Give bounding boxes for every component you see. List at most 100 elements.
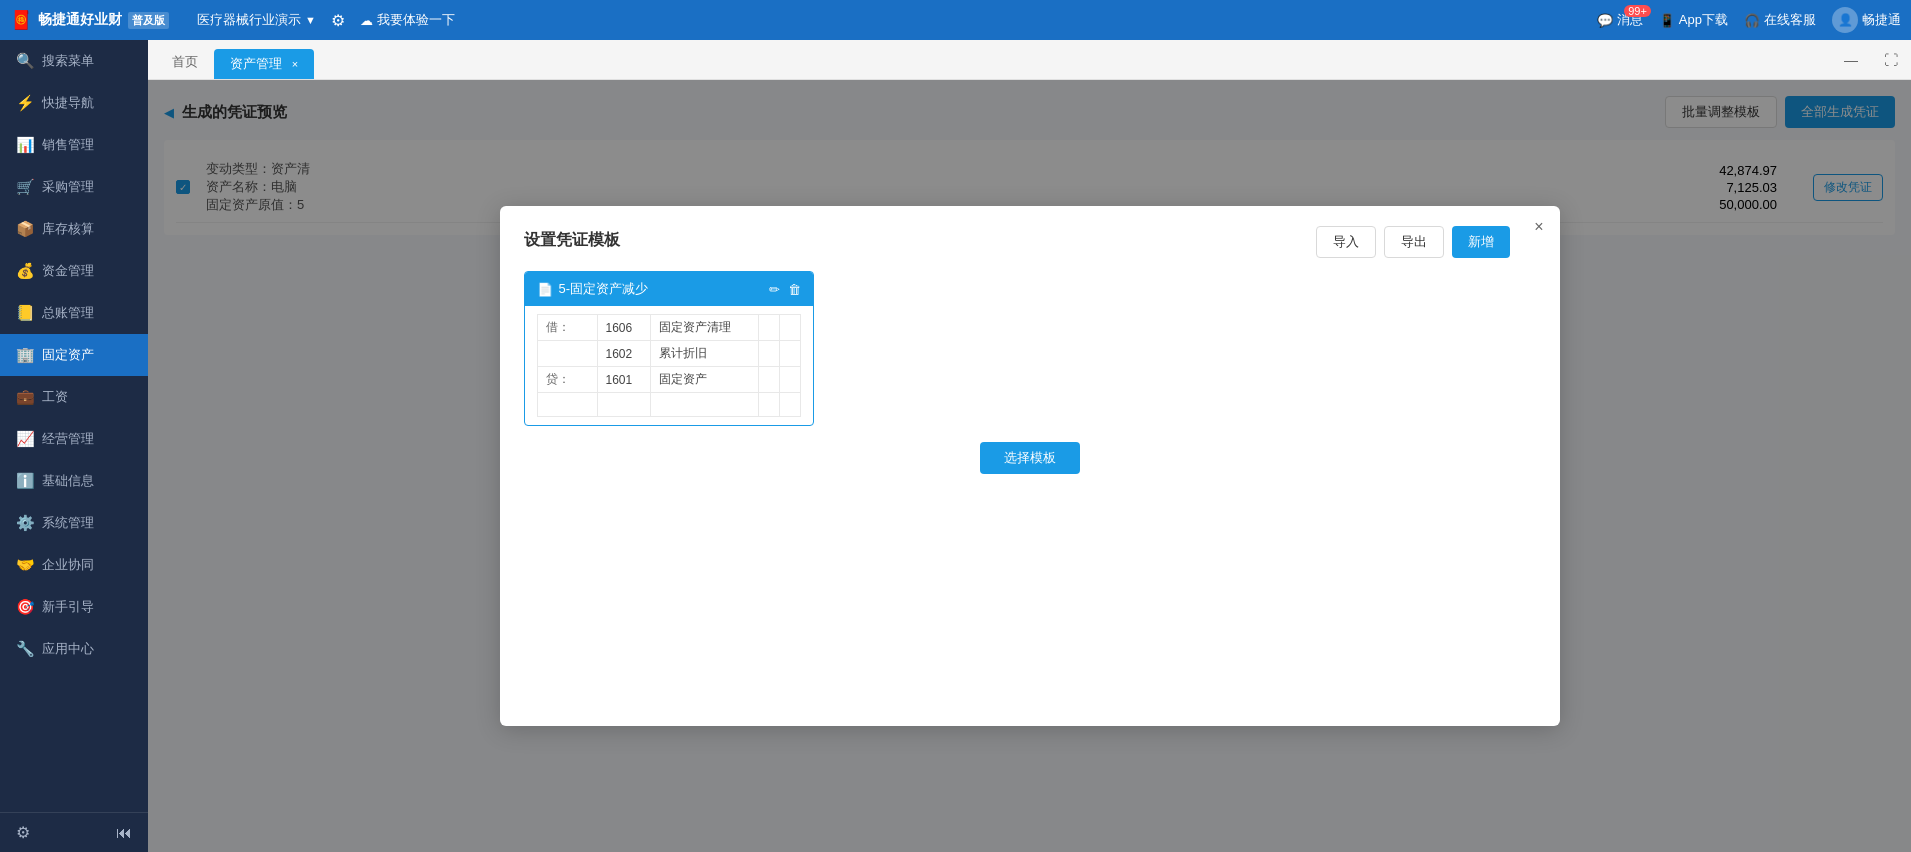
- entry-0-account: 固定资产清理: [650, 315, 758, 341]
- template-card-header: 📄 5-固定资产减少 ✏ 🗑: [525, 272, 813, 306]
- entry-0-direction: 借：: [537, 315, 597, 341]
- top-header: 🧧 畅捷通好业财 普及版 医疗器械行业演示 ▼ ⚙ ☁ 我要体验一下 💬 消息 …: [0, 0, 1911, 40]
- sidebar-item-guide[interactable]: 🎯 新手引导: [0, 586, 148, 628]
- experience-label: 我要体验一下: [377, 11, 455, 29]
- sidebar-collapse-btn[interactable]: ⏮: [116, 824, 132, 842]
- entry-2-code: 1601: [597, 367, 650, 393]
- sidebar-item-basic-info[interactable]: ℹ️ 基础信息: [0, 460, 148, 502]
- sales-icon: 📊: [16, 136, 34, 154]
- entry-0-debit: [759, 315, 780, 341]
- app-name: 畅捷通好业财: [38, 11, 122, 29]
- minimize-icon: —: [1844, 52, 1858, 68]
- entry-row-2: 贷： 1601 固定资产: [537, 367, 800, 393]
- entry-2-account: 固定资产: [650, 367, 758, 393]
- dialog-toolbar: 导入 导出 新增: [1316, 226, 1510, 258]
- maximize-button[interactable]: ⛶: [1871, 40, 1911, 80]
- search-icon: 🔍: [16, 52, 34, 70]
- entry-0-credit: [779, 315, 800, 341]
- sidebar-item-sales[interactable]: 📊 销售管理: [0, 124, 148, 166]
- new-btn[interactable]: 新增: [1452, 226, 1510, 258]
- app-version: 普及版: [128, 12, 169, 29]
- entry-row-1: 1602 累计折旧: [537, 341, 800, 367]
- maximize-icon: ⛶: [1884, 52, 1898, 68]
- sidebar-label-basic-info: 基础信息: [42, 472, 94, 490]
- message-action[interactable]: 💬 消息 99+: [1597, 11, 1643, 29]
- app-center-icon: 🔧: [16, 640, 34, 658]
- sidebar-item-finance[interactable]: 💰 资金管理: [0, 250, 148, 292]
- template-doc-icon: 📄: [537, 282, 553, 297]
- app-logo: 🧧 畅捷通好业财 普及版: [10, 9, 169, 31]
- sidebar-item-collab[interactable]: 🤝 企业协同: [0, 544, 148, 586]
- system-icon: ⚙️: [16, 514, 34, 532]
- sidebar-item-system[interactable]: ⚙️ 系统管理: [0, 502, 148, 544]
- template-header-left: 📄 5-固定资产减少: [537, 280, 649, 298]
- sidebar-settings-btn[interactable]: ⚙: [16, 823, 30, 842]
- ledger-icon: 📒: [16, 304, 34, 322]
- sidebar-label-fixed-assets: 固定资产: [42, 346, 94, 364]
- entry-1-code: 1602: [597, 341, 650, 367]
- sidebar-item-operations[interactable]: 📈 经营管理: [0, 418, 148, 460]
- sidebar-item-quicknav[interactable]: ⚡ 快捷导航: [0, 82, 148, 124]
- basic-info-icon: ℹ️: [16, 472, 34, 490]
- entry-row-empty: [537, 393, 800, 417]
- sidebar-label-operations: 经营管理: [42, 430, 94, 448]
- tab-asset-management[interactable]: 资产管理 ×: [214, 49, 314, 79]
- collab-icon: 🤝: [16, 556, 34, 574]
- inventory-icon: 📦: [16, 220, 34, 238]
- sidebar-label-sales: 销售管理: [42, 136, 94, 154]
- sidebar-label-collab: 企业协同: [42, 556, 94, 574]
- sidebar-item-app-center[interactable]: 🔧 应用中心: [0, 628, 148, 670]
- sidebar-item-purchase[interactable]: 🛒 采购管理: [0, 166, 148, 208]
- entry-2-debit: [759, 367, 780, 393]
- sidebar-item-fixed-assets[interactable]: 🏢 固定资产: [0, 334, 148, 376]
- page-content: ◀ 生成的凭证预览 批量调整模板 全部生成凭证 ✓ 变动类型：资产清 资产名称：…: [148, 80, 1911, 852]
- guide-icon: 🎯: [16, 598, 34, 616]
- minimize-button[interactable]: —: [1831, 40, 1871, 80]
- template-card-body: 借： 1606 固定资产清理 1602: [525, 306, 813, 425]
- sidebar-label-salary: 工资: [42, 388, 68, 406]
- select-template-btn[interactable]: 选择模板: [980, 442, 1080, 474]
- sidebar-label-search: 搜索菜单: [42, 52, 94, 70]
- company-settings-btn[interactable]: ⚙: [324, 6, 352, 34]
- tab-home[interactable]: 首页: [156, 47, 214, 79]
- message-badge: 99+: [1624, 5, 1651, 17]
- sidebar-item-inventory[interactable]: 📦 库存核算: [0, 208, 148, 250]
- message-icon: 💬: [1597, 13, 1613, 28]
- company-selector[interactable]: 医疗器械行业演示 ▼: [197, 11, 316, 29]
- edit-template-btn[interactable]: ✏: [769, 282, 780, 297]
- fixed-assets-icon: 🏢: [16, 346, 34, 364]
- sidebar-item-search[interactable]: 🔍 搜索菜单: [0, 40, 148, 82]
- template-name: 5-固定资产减少: [559, 280, 649, 298]
- sidebar-label-finance: 资金管理: [42, 262, 94, 280]
- import-btn[interactable]: 导入: [1316, 226, 1376, 258]
- dialog: × 设置凭证模板 导入 导出 新增 📄: [500, 206, 1560, 726]
- mobile-icon: 📱: [1659, 13, 1675, 28]
- online-service-action[interactable]: 🎧 在线客服: [1744, 11, 1816, 29]
- close-icon: ×: [1534, 218, 1543, 235]
- sidebar-label-inventory: 库存核算: [42, 220, 94, 238]
- app-download-label: App下载: [1679, 11, 1728, 29]
- entry-row-0: 借： 1606 固定资产清理: [537, 315, 800, 341]
- main-layout: 🔍 搜索菜单 ⚡ 快捷导航 📊 销售管理 🛒 采购管理 📦 库存核算 💰 资金管…: [0, 40, 1911, 852]
- experience-button[interactable]: ☁ 我要体验一下: [360, 11, 455, 29]
- app-download-action[interactable]: 📱 App下载: [1659, 11, 1728, 29]
- cloud-icon: ☁: [360, 13, 373, 28]
- tab-close-btn[interactable]: ×: [292, 58, 298, 70]
- sidebar: 🔍 搜索菜单 ⚡ 快捷导航 📊 销售管理 🛒 采购管理 📦 库存核算 💰 资金管…: [0, 40, 148, 852]
- sidebar-label-purchase: 采购管理: [42, 178, 94, 196]
- user-action[interactable]: 👤 畅捷通: [1832, 7, 1901, 33]
- template-card: 📄 5-固定资产减少 ✏ 🗑: [524, 271, 814, 426]
- header-left: 🧧 畅捷通好业财 普及版 医疗器械行业演示 ▼ ⚙ ☁ 我要体验一下: [10, 6, 455, 34]
- purchase-icon: 🛒: [16, 178, 34, 196]
- export-btn[interactable]: 导出: [1384, 226, 1444, 258]
- sidebar-item-ledger[interactable]: 📒 总账管理: [0, 292, 148, 334]
- operations-icon: 📈: [16, 430, 34, 448]
- dialog-close-btn[interactable]: ×: [1534, 218, 1543, 236]
- finance-icon: 💰: [16, 262, 34, 280]
- delete-template-btn[interactable]: 🗑: [788, 282, 801, 297]
- entry-0-code: 1606: [597, 315, 650, 341]
- sidebar-label-app-center: 应用中心: [42, 640, 94, 658]
- entry-2-direction: 贷：: [537, 367, 597, 393]
- sidebar-item-salary[interactable]: 💼 工资: [0, 376, 148, 418]
- header-right: 💬 消息 99+ 📱 App下载 🎧 在线客服 👤 畅捷通: [1597, 7, 1901, 33]
